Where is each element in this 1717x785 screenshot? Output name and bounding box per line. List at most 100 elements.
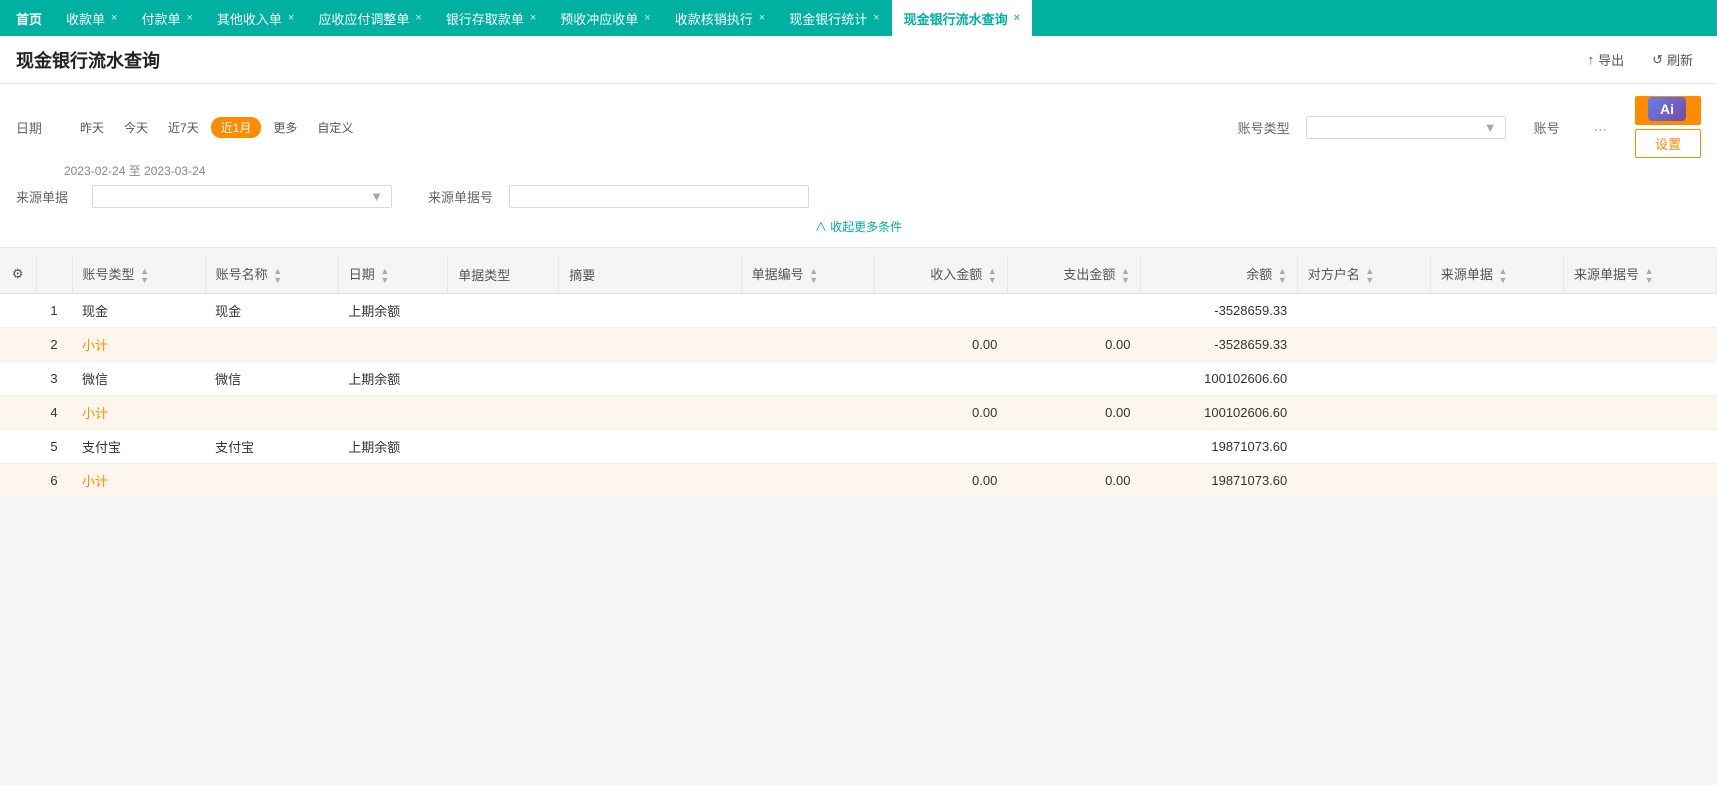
refresh-button[interactable]: ↺ 刷新 — [1644, 46, 1701, 73]
nav-tab-ar-adjust[interactable]: 应收应付调整单 × — [306, 0, 433, 36]
td-expense — [1007, 293, 1140, 327]
td-doc-type — [448, 429, 559, 463]
td-gear — [0, 327, 36, 361]
td-source-doc-no — [1564, 327, 1717, 361]
td-counterpart — [1297, 395, 1430, 429]
account-type-select[interactable]: ▼ — [1306, 116, 1506, 139]
page-title: 现金银行流水查询 — [16, 47, 160, 73]
close-ar-adjust-icon[interactable]: × — [415, 12, 421, 24]
source-doc-select[interactable]: ▼ — [92, 185, 392, 208]
sort-account-name-icon: ▲▼ — [273, 267, 282, 285]
nav-tab-cash-bank-stat[interactable]: 现金银行统计 × — [777, 0, 891, 36]
td-counterpart — [1297, 361, 1430, 395]
date-option-yesterday[interactable]: 昨天 — [72, 117, 112, 138]
td-source-doc-no — [1564, 361, 1717, 395]
nav-tab-cash-bank-flow[interactable]: 现金银行流水查询 × — [892, 0, 1032, 36]
td-account-type: 现金 — [72, 293, 205, 327]
nav-tab-home[interactable]: 首页 — [4, 0, 54, 36]
th-counterpart[interactable]: 对方户名 ▲▼ — [1297, 256, 1430, 293]
td-date: 上期余额 — [338, 293, 447, 327]
settings-button[interactable]: 设置 — [1635, 129, 1701, 158]
close-payment-icon[interactable]: × — [111, 12, 117, 24]
account-dots[interactable]: ... — [1590, 118, 1611, 136]
source-doc-no-input[interactable] — [509, 185, 809, 208]
td-account-name: 支付宝 — [205, 429, 338, 463]
date-option-today[interactable]: 今天 — [116, 117, 156, 138]
sort-source-doc-icon: ▲▼ — [1499, 267, 1508, 285]
td-counterpart — [1297, 293, 1430, 327]
table-row: 5支付宝支付宝上期余额19871073.60 — [0, 429, 1717, 463]
td-date — [338, 395, 447, 429]
nav-tab-bank-deposit[interactable]: 银行存取款单 × — [434, 0, 548, 36]
td-seq: 1 — [36, 293, 72, 327]
td-gear — [0, 361, 36, 395]
td-account-name: 现金 — [205, 293, 338, 327]
filter-row-2: 来源单据 ▼ 来源单据号 — [16, 185, 1701, 208]
td-summary — [559, 463, 741, 497]
nav-tab-cash-bank-stat-label: 现金银行统计 — [789, 9, 867, 28]
nav-tab-other-income[interactable]: 其他收入单 × — [205, 0, 306, 36]
close-prepay-flush-icon[interactable]: × — [644, 12, 650, 24]
nav-tab-verify-exec-label: 收款核销执行 — [675, 9, 753, 28]
td-income: 0.00 — [874, 463, 1007, 497]
td-balance: -3528659.33 — [1140, 293, 1297, 327]
th-seq — [36, 256, 72, 293]
td-account-type: 微信 — [72, 361, 205, 395]
table-container: ⚙ 账号类型 ▲▼ 账号名称 ▲▼ 日期 ▲▼ 单据类型 摘要 单据编号 — [0, 256, 1717, 498]
th-income[interactable]: 收入金额 ▲▼ — [874, 256, 1007, 293]
account-type-label: 账号类型 — [1238, 118, 1290, 137]
td-balance: -3528659.33 — [1140, 327, 1297, 361]
td-gear — [0, 429, 36, 463]
close-cash-bank-stat-icon[interactable]: × — [873, 12, 879, 24]
td-source-doc — [1430, 463, 1563, 497]
close-payout-icon[interactable]: × — [186, 12, 192, 24]
td-expense — [1007, 361, 1140, 395]
td-doc-type — [448, 395, 559, 429]
refresh-icon: ↺ — [1652, 52, 1663, 68]
td-expense — [1007, 429, 1140, 463]
date-option-more[interactable]: 更多 — [265, 117, 305, 138]
collapse-bar[interactable]: ∧ 收起更多条件 — [16, 214, 1701, 239]
nav-tab-payout[interactable]: 付款单 × — [129, 0, 204, 36]
td-summary — [559, 429, 741, 463]
td-balance: 19871073.60 — [1140, 429, 1297, 463]
td-date — [338, 463, 447, 497]
nav-tab-ar-adjust-label: 应收应付调整单 — [318, 9, 409, 28]
th-date[interactable]: 日期 ▲▼ — [338, 256, 447, 293]
close-cash-bank-flow-icon[interactable]: × — [1014, 12, 1020, 24]
account-type-arrow-icon: ▼ — [1484, 120, 1497, 135]
sort-doc-no-icon: ▲▼ — [809, 267, 818, 285]
td-doc-type — [448, 293, 559, 327]
td-source-doc-no — [1564, 463, 1717, 497]
export-button[interactable]: ↑ 导出 — [1580, 46, 1633, 73]
date-option-7days[interactable]: 近7天 — [160, 117, 207, 138]
ai-badge[interactable]: Ai — [1648, 97, 1686, 121]
account-label: 账号 — [1534, 118, 1574, 137]
sort-counterpart-icon: ▲▼ — [1365, 267, 1374, 285]
th-gear[interactable]: ⚙ — [0, 256, 36, 293]
collapse-icon: ∧ — [815, 220, 827, 234]
td-source-doc — [1430, 429, 1563, 463]
date-option-1month[interactable]: 近1月 — [211, 117, 262, 138]
td-account-type: 小计 — [72, 395, 205, 429]
th-doc-no[interactable]: 单据编号 ▲▼ — [741, 256, 874, 293]
nav-tab-verify-exec[interactable]: 收款核销执行 × — [663, 0, 777, 36]
th-expense[interactable]: 支出金额 ▲▼ — [1007, 256, 1140, 293]
nav-tab-prepay-flush[interactable]: 预收冲应收单 × — [548, 0, 662, 36]
close-other-income-icon[interactable]: × — [288, 12, 294, 24]
th-account-type[interactable]: 账号类型 ▲▼ — [72, 256, 205, 293]
close-bank-deposit-icon[interactable]: × — [530, 12, 536, 24]
td-counterpart — [1297, 327, 1430, 361]
td-doc-no — [741, 463, 874, 497]
th-source-doc[interactable]: 来源单据 ▲▼ — [1430, 256, 1563, 293]
close-verify-exec-icon[interactable]: × — [759, 12, 765, 24]
td-balance: 100102606.60 — [1140, 361, 1297, 395]
date-option-custom[interactable]: 自定义 — [309, 117, 361, 138]
th-account-name[interactable]: 账号名称 ▲▼ — [205, 256, 338, 293]
td-doc-type — [448, 327, 559, 361]
nav-tab-payment[interactable]: 收款单 × — [54, 0, 129, 36]
th-balance[interactable]: 余额 ▲▼ — [1140, 256, 1297, 293]
td-income: 0.00 — [874, 327, 1007, 361]
th-source-doc-no[interactable]: 来源单据号 ▲▼ — [1564, 256, 1717, 293]
td-doc-type — [448, 361, 559, 395]
